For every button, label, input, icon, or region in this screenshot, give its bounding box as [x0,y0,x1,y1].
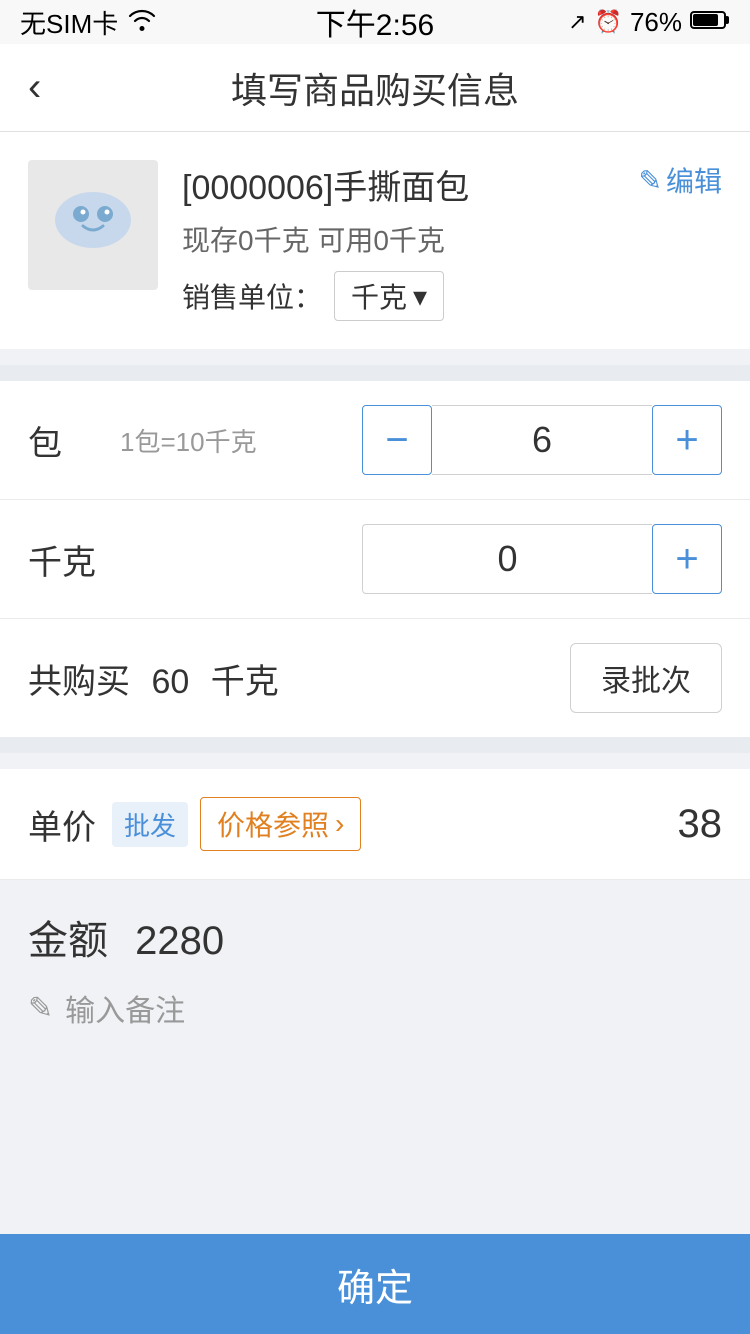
kg-value: 0 [497,538,517,580]
unit-label: 销售单位： [182,276,322,316]
price-row: 单价 批发 价格参照 › 38 [0,769,750,880]
status-bar: 无SIM卡 下午2:56 ↗ ⏰ 76% [0,0,750,44]
edit-label: 编辑 [666,160,722,200]
product-info: [0000006]手撕面包 ✎ 编辑 现存0千克 可用0千克 销售单位： 千克 … [182,160,722,321]
batch-button[interactable]: 录批次 [570,643,722,713]
total-row: 共购买 60 千克 录批次 [0,619,750,737]
quantity-section: 包 1包=10千克 − 6 + 千克 0 + [0,381,750,619]
kg-plus-button[interactable]: + [652,524,722,594]
status-left: 无SIM卡 [20,4,156,41]
confirm-button[interactable]: 确定 [0,1234,750,1334]
pack-hint: 1包=10千克 [120,422,362,459]
price-ref-button[interactable]: 价格参照 › [200,797,361,851]
amount-label: 金额 [28,919,108,963]
price-tag: 批发 [112,802,188,847]
total-amount: 60 [151,663,189,701]
note-row[interactable]: ✎ 输入备注 [28,986,722,1030]
alarm-icon: ⏰ [595,9,622,35]
status-right: ↗ ⏰ 76% [568,7,730,38]
price-label: 单价 [28,800,96,849]
edit-button[interactable]: ✎ 编辑 [639,160,722,200]
total-prefix: 共购买 [28,663,130,701]
price-ref-label: 价格参照 [217,804,329,844]
product-logo [53,190,133,260]
kg-label: 千克 [28,535,108,584]
pencil-icon: ✎ [28,991,53,1026]
dropdown-icon: ▾ [413,280,427,313]
unit-value: 千克 [351,276,407,316]
kg-row: 千克 0 + [0,500,750,619]
minus-icon: − [385,418,408,463]
total-label: 共购买 60 千克 [28,654,279,703]
wifi-icon [128,7,156,38]
location-icon: ↗ [568,9,586,35]
amount-section: 金额 2280 ✎ 输入备注 [0,880,750,1042]
price-value: 38 [678,802,723,847]
pack-value: 6 [532,419,552,461]
kg-plus-icon: + [675,537,698,582]
pack-value-display[interactable]: 6 [432,405,652,475]
product-stock: 现存0千克 可用0千克 [182,219,722,259]
total-unit: 千克 [211,663,279,701]
amount-row: 金额 2280 [28,908,722,966]
product-unit-row: 销售单位： 千克 ▾ [182,271,722,321]
separator-2 [0,737,750,753]
plus-icon: + [675,418,698,463]
pack-plus-button[interactable]: + [652,405,722,475]
kg-controls: 0 + [362,524,722,594]
battery-icon [690,7,730,38]
status-time: 下午2:56 [316,0,434,44]
pack-row: 包 1包=10千克 − 6 + [0,381,750,500]
price-ref-icon: › [335,808,344,840]
pack-label: 包 [28,416,108,465]
back-button[interactable]: ‹ [28,65,41,110]
confirm-label: 确定 [337,1257,413,1312]
price-section: 单价 批发 价格参照 › 38 [0,769,750,880]
pack-minus-button[interactable]: − [362,405,432,475]
pack-controls: − 6 + [362,405,722,475]
carrier-label: 无SIM卡 [20,4,118,41]
nav-title: 填写商品购买信息 [231,62,519,114]
batch-label: 录批次 [601,665,691,698]
kg-value-display[interactable]: 0 [362,524,652,594]
product-image [28,160,158,290]
product-name-row: [0000006]手撕面包 ✎ 编辑 [182,160,722,209]
separator-1 [0,365,750,381]
battery-label: 76% [630,7,682,38]
product-card: [0000006]手撕面包 ✎ 编辑 现存0千克 可用0千克 销售单位： 千克 … [0,132,750,349]
amount-value: 2280 [135,919,224,963]
unit-select[interactable]: 千克 ▾ [334,271,444,321]
edit-icon: ✎ [639,164,662,197]
note-placeholder: 输入备注 [65,986,185,1030]
bottom-spacer [0,1042,750,1162]
nav-bar: ‹ 填写商品购买信息 [0,44,750,132]
product-name: [0000006]手撕面包 [182,160,469,209]
